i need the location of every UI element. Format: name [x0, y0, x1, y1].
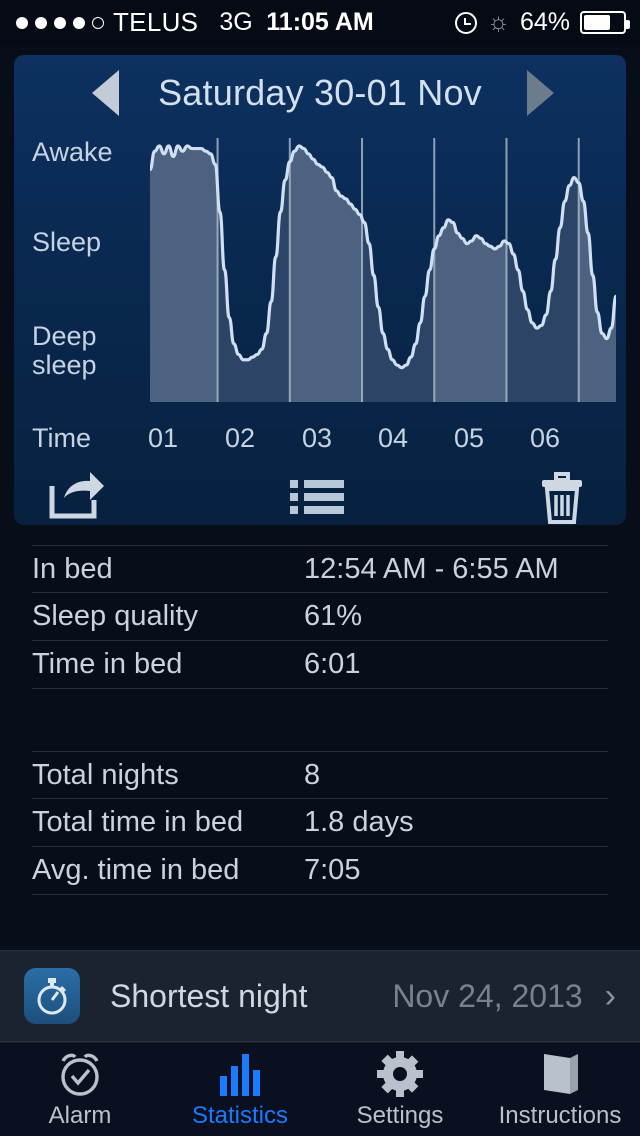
book-icon [534, 1050, 586, 1098]
row-value: 8 [304, 758, 321, 791]
tab-settings[interactable]: Settings [320, 1043, 480, 1136]
table-row: Total nights 8 [32, 751, 608, 799]
x-tick-03: 03 [302, 423, 333, 453]
row-label: Avg. time in bed [32, 854, 240, 886]
chart-band-fills [150, 145, 616, 402]
graph-card-actions [14, 470, 626, 525]
row-value: 7:05 [304, 854, 361, 886]
tab-label: Settings [356, 1101, 444, 1129]
app-screen: TELUS 3G 11:05 AM ☼ 64% Saturday 30-01 N… [0, 0, 640, 1136]
table-row: Total time in bed 1.8 days [32, 799, 608, 847]
table-row: In bed 12:54 AM - 6:55 AM [32, 545, 608, 593]
sleep-plot-area: Awake Sleep Deep sleep [14, 130, 626, 420]
row-label: Sleep quality [32, 600, 199, 632]
x-tick-05: 05 [454, 423, 485, 453]
tab-label: Statistics [191, 1101, 289, 1129]
row-value: 6:01 [304, 648, 361, 680]
graph-date-title: Saturday 30-01 Nov [158, 71, 482, 113]
gear-icon [374, 1050, 426, 1098]
chevron-right-icon: › [604, 977, 616, 1015]
alarm-clock-icon [455, 11, 478, 34]
x-tick-06: 06 [530, 423, 561, 453]
share-icon[interactable] [46, 470, 106, 525]
table-row: Sleep quality 61% [32, 593, 608, 641]
sleep-curve-chart[interactable] [150, 138, 616, 402]
trash-icon[interactable] [536, 470, 588, 525]
table-spacer [0, 689, 640, 751]
stats-section: In bed 12:54 AM - 6:55 AM Sleep quality … [0, 545, 640, 895]
x-tick-02: 02 [225, 423, 256, 453]
triangle-left-icon[interactable] [92, 69, 119, 116]
tab-label: Alarm [48, 1101, 112, 1129]
row-label: Time in bed [32, 648, 183, 680]
y-label-deep-sleep: Deep sleep [32, 321, 97, 381]
status-bar-clock: 11:05 AM [266, 8, 374, 36]
tab-bar: Alarm Statistics Settings Instructions [0, 1042, 640, 1136]
list-icon[interactable] [290, 478, 344, 521]
y-axis-labels: Awake Sleep Deep sleep [14, 130, 134, 420]
stopwatch-icon [24, 968, 80, 1024]
row-label: Total nights [32, 758, 179, 791]
tab-label: Instructions [498, 1101, 622, 1129]
y-label-deep-line2: sleep [32, 350, 97, 381]
row-label: Total time in bed [32, 806, 244, 838]
totals-stats-table: Total nights 8 Total time in bed 1.8 day… [0, 751, 640, 895]
row-value: 61% [304, 600, 363, 632]
row-value: 12:54 AM - 6:55 AM [304, 552, 559, 585]
highlight-date: Nov 24, 2013 [392, 977, 583, 1014]
x-axis: Time 01 02 03 04 05 06 [14, 415, 626, 465]
alarm-clock-icon [54, 1050, 106, 1098]
x-tick-01: 01 [148, 423, 179, 453]
tab-instructions[interactable]: Instructions [480, 1043, 640, 1136]
sleep-graph-card: Saturday 30-01 Nov Awake Sleep Deep slee… [14, 55, 626, 525]
graph-card-header: Saturday 30-01 Nov [14, 55, 626, 130]
sleep-chart-svg [150, 138, 616, 402]
status-bar: TELUS 3G 11:05 AM ☼ 64% [0, 0, 640, 45]
y-label-sleep: Sleep [32, 227, 102, 257]
y-label-deep-line1: Deep [32, 321, 97, 351]
session-stats-table: In bed 12:54 AM - 6:55 AM Sleep quality … [0, 545, 640, 689]
tab-alarm[interactable]: Alarm [0, 1043, 160, 1136]
shortest-night-row[interactable]: Shortest night Nov 24, 2013 › [0, 950, 640, 1042]
table-row: Avg. time in bed 7:05 [32, 847, 608, 895]
x-tick-04: 04 [378, 423, 409, 453]
row-value: 1.8 days [304, 806, 414, 838]
highlight-title: Shortest night [110, 977, 308, 1014]
y-label-awake: Awake [32, 137, 113, 167]
table-row: Time in bed 6:01 [32, 641, 608, 689]
x-axis-title: Time [32, 423, 91, 453]
triangle-right-icon[interactable] [527, 69, 554, 116]
tab-statistics[interactable]: Statistics [160, 1043, 320, 1136]
row-label: In bed [32, 552, 113, 585]
bar-chart-icon [214, 1050, 266, 1098]
battery-icon [580, 11, 630, 34]
